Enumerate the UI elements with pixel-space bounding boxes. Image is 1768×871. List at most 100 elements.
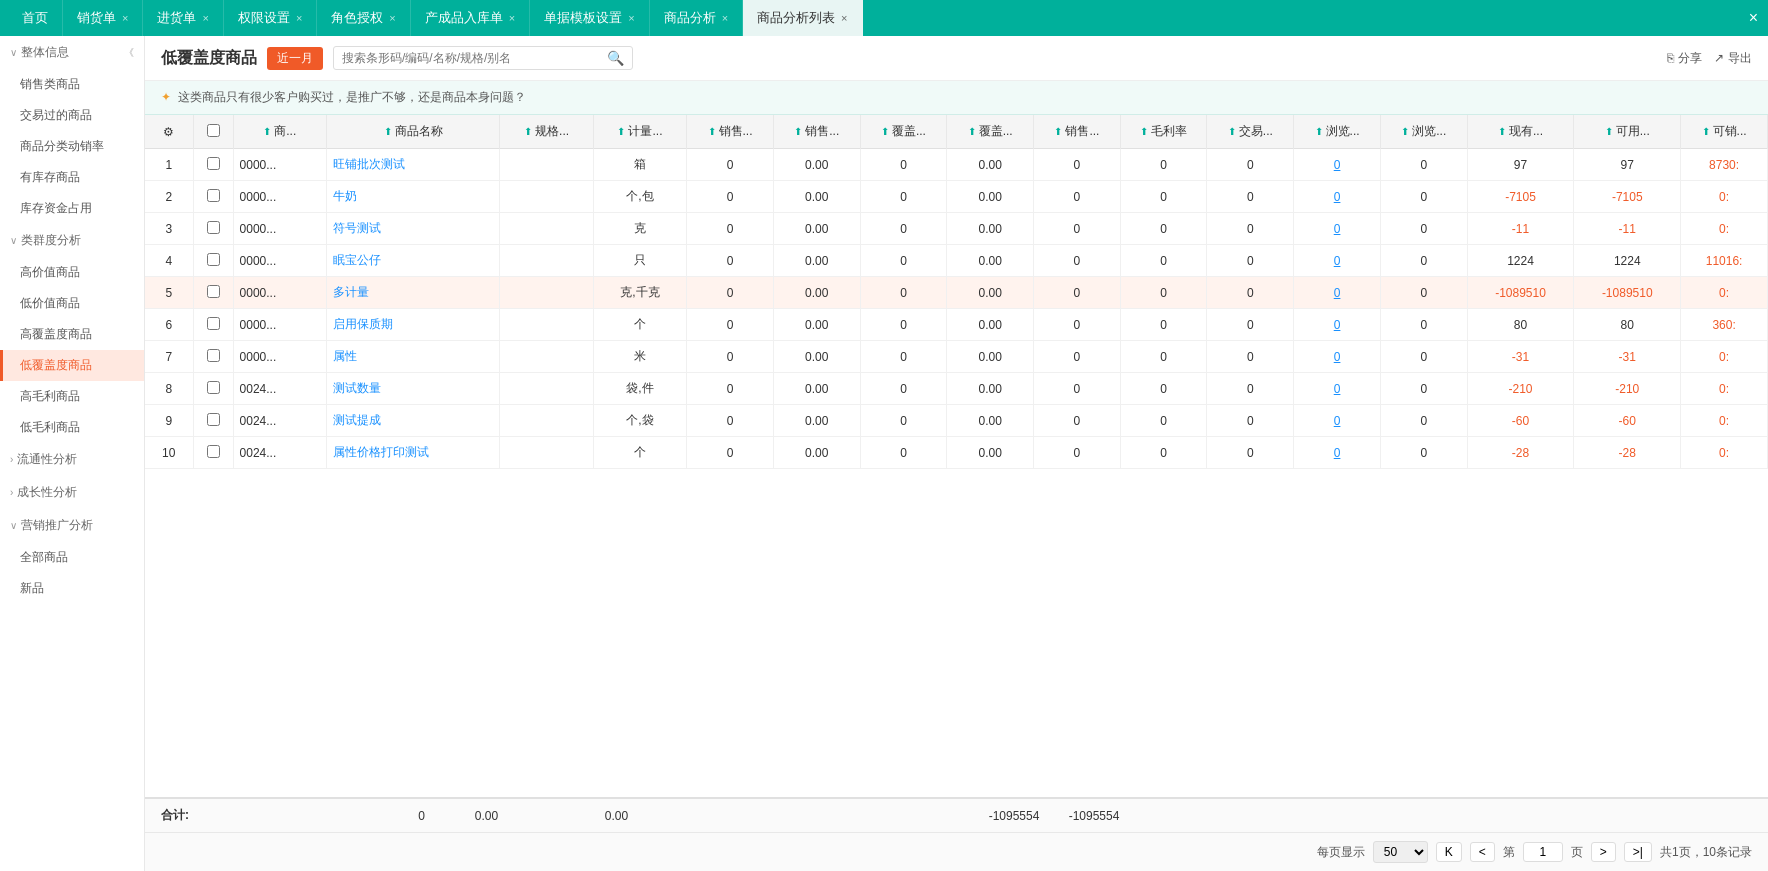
row-select-checkbox[interactable]	[207, 189, 220, 202]
page-number-input[interactable]	[1523, 842, 1563, 862]
sidebar-section-cluster[interactable]: ∨ 类群度分析	[0, 224, 144, 257]
sidebar-item-new-products[interactable]: 新品	[0, 573, 144, 604]
sidebar-item-sales-products[interactable]: 销售类商品	[0, 69, 144, 100]
row-browse1[interactable]: 0	[1294, 341, 1381, 373]
close-icon[interactable]: ×	[628, 12, 634, 24]
sort-icon[interactable]: ⬆	[794, 126, 802, 137]
sort-icon[interactable]: ⬆	[1498, 126, 1506, 137]
sidebar-item-in-stock[interactable]: 有库存商品	[0, 162, 144, 193]
row-checkbox[interactable]	[193, 277, 233, 309]
sort-icon[interactable]: ⬆	[263, 126, 271, 137]
close-icon[interactable]: ×	[389, 12, 395, 24]
row-select-checkbox[interactable]	[207, 349, 220, 362]
row-checkbox[interactable]	[193, 245, 233, 277]
close-icon[interactable]: ×	[202, 12, 208, 24]
row-checkbox[interactable]	[193, 373, 233, 405]
sidebar-item-traded-products[interactable]: 交易过的商品	[0, 100, 144, 131]
nav-product-analysis[interactable]: 商品分析 ×	[650, 0, 743, 36]
row-select-checkbox[interactable]	[207, 285, 220, 298]
row-select-checkbox[interactable]	[207, 221, 220, 234]
nav-purchase-order[interactable]: 进货单 ×	[143, 0, 223, 36]
sort-icon[interactable]: ⬆	[524, 126, 532, 137]
sort-icon[interactable]: ⬆	[1228, 126, 1236, 137]
row-browse1[interactable]: 0	[1294, 373, 1381, 405]
sort-icon[interactable]: ⬆	[881, 126, 889, 137]
window-close-icon[interactable]: ×	[1749, 9, 1758, 27]
select-all-checkbox[interactable]	[207, 124, 220, 137]
row-name[interactable]: 旺铺批次测试	[326, 149, 499, 181]
sort-icon[interactable]: ⬆	[1140, 126, 1148, 137]
last-page-button[interactable]: >|	[1624, 842, 1652, 862]
sidebar-item-high-coverage[interactable]: 高覆盖度商品	[0, 319, 144, 350]
sidebar-item-low-gross[interactable]: 低毛利商品	[0, 412, 144, 443]
row-browse1[interactable]: 0	[1294, 405, 1381, 437]
sidebar-item-low-coverage[interactable]: 低覆盖度商品	[0, 350, 144, 381]
sort-icon[interactable]: ⬆	[1702, 126, 1710, 137]
sort-icon[interactable]: ⬆	[1315, 126, 1323, 137]
checkbox-column-header[interactable]	[193, 115, 233, 149]
export-button[interactable]: ↗ 导出	[1714, 50, 1752, 67]
row-select-checkbox[interactable]	[207, 253, 220, 266]
sidebar-item-all-products[interactable]: 全部商品	[0, 542, 144, 573]
next-page-button[interactable]: >	[1591, 842, 1616, 862]
row-browse1[interactable]: 0	[1294, 245, 1381, 277]
row-browse1[interactable]: 0	[1294, 149, 1381, 181]
sidebar-item-inventory-capital[interactable]: 库存资金占用	[0, 193, 144, 224]
row-checkbox[interactable]	[193, 405, 233, 437]
row-name[interactable]: 启用保质期	[326, 309, 499, 341]
nav-permission-settings[interactable]: 权限设置 ×	[224, 0, 317, 36]
row-checkbox[interactable]	[193, 213, 233, 245]
sidebar-section-growth[interactable]: › 成长性分析	[0, 476, 144, 509]
page-size-select[interactable]: 50 20 100	[1373, 841, 1428, 863]
prev-page-button[interactable]: <	[1470, 842, 1495, 862]
row-checkbox[interactable]	[193, 149, 233, 181]
share-button[interactable]: ⎘ 分享	[1667, 50, 1702, 67]
first-page-button[interactable]: K	[1436, 842, 1462, 862]
time-filter-button[interactable]: 近一月	[267, 47, 323, 70]
row-browse1[interactable]: 0	[1294, 277, 1381, 309]
nav-product-analysis-list[interactable]: 商品分析列表 ×	[743, 0, 862, 36]
row-name[interactable]: 属性	[326, 341, 499, 373]
close-icon[interactable]: ×	[509, 12, 515, 24]
row-checkbox[interactable]	[193, 341, 233, 373]
sort-icon[interactable]: ⬆	[968, 126, 976, 137]
row-name[interactable]: 多计量	[326, 277, 499, 309]
close-icon[interactable]: ×	[722, 12, 728, 24]
nav-template-settings[interactable]: 单据模板设置 ×	[530, 0, 649, 36]
nav-home[interactable]: 首页	[8, 0, 63, 36]
row-browse1[interactable]: 0	[1294, 309, 1381, 341]
row-name[interactable]: 属性价格打印测试	[326, 437, 499, 469]
sidebar-section-liquidity[interactable]: › 流通性分析	[0, 443, 144, 476]
row-name[interactable]: 符号测试	[326, 213, 499, 245]
settings-column-header[interactable]: ⚙	[145, 115, 193, 149]
row-name[interactable]: 测试提成	[326, 405, 499, 437]
row-checkbox[interactable]	[193, 309, 233, 341]
row-name[interactable]: 牛奶	[326, 181, 499, 213]
collapse-icon[interactable]: 《	[124, 46, 134, 60]
sidebar-item-category-sales-rate[interactable]: 商品分类动销率	[0, 131, 144, 162]
row-checkbox[interactable]	[193, 437, 233, 469]
sort-icon[interactable]: ⬆	[1054, 126, 1062, 137]
row-select-checkbox[interactable]	[207, 413, 220, 426]
row-checkbox[interactable]	[193, 181, 233, 213]
row-select-checkbox[interactable]	[207, 445, 220, 458]
close-icon[interactable]: ×	[841, 12, 847, 24]
nav-product-inbound[interactable]: 产成品入库单 ×	[411, 0, 530, 36]
sort-icon[interactable]: ⬆	[1605, 126, 1613, 137]
sidebar-item-low-value[interactable]: 低价值商品	[0, 288, 144, 319]
row-select-checkbox[interactable]	[207, 317, 220, 330]
sidebar-item-high-value[interactable]: 高价值商品	[0, 257, 144, 288]
sort-icon[interactable]: ⬆	[384, 126, 392, 137]
search-input[interactable]	[342, 51, 607, 65]
sort-icon[interactable]: ⬆	[1401, 126, 1409, 137]
row-browse1[interactable]: 0	[1294, 181, 1381, 213]
row-browse1[interactable]: 0	[1294, 437, 1381, 469]
sort-icon[interactable]: ⬆	[617, 126, 625, 137]
row-name[interactable]: 眠宝公仔	[326, 245, 499, 277]
row-select-checkbox[interactable]	[207, 157, 220, 170]
sidebar-section-overall[interactable]: ∨ 整体信息 《	[0, 36, 144, 69]
sidebar-item-high-gross[interactable]: 高毛利商品	[0, 381, 144, 412]
sort-icon[interactable]: ⬆	[708, 126, 716, 137]
sidebar-section-marketing[interactable]: ∨ 营销推广分析	[0, 509, 144, 542]
nav-sales-order[interactable]: 销货单 ×	[63, 0, 143, 36]
